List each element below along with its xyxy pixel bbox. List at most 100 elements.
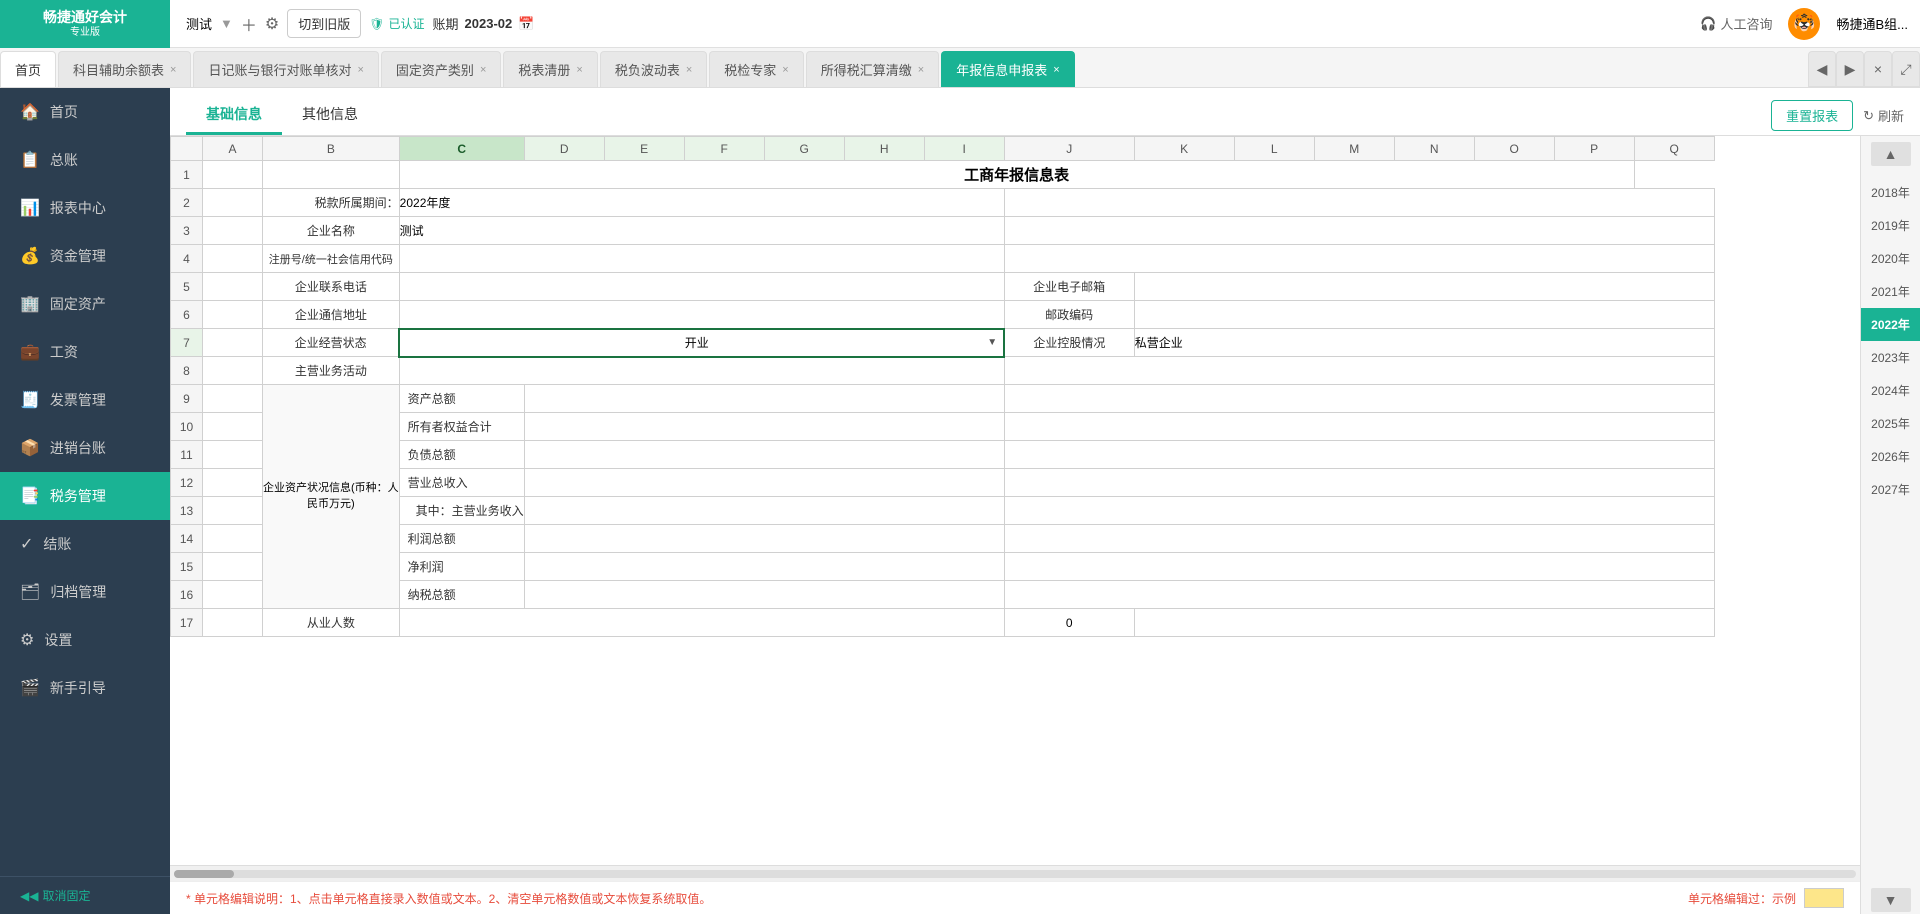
cell-15d[interactable] [524, 553, 1004, 581]
dropdown-arrow-icon[interactable]: ▼ [987, 337, 997, 348]
cell-7c[interactable]: 开业 ▼ [399, 329, 1004, 357]
sidebar-item-fixed-assets[interactable]: 🏢 固定资产 [0, 280, 170, 328]
sidebar-item-funds[interactable]: 💰 资金管理 [0, 232, 170, 280]
cell-3c[interactable]: 测试 [399, 217, 1004, 245]
year-item-2022[interactable]: 2022年 [1861, 308, 1920, 341]
cell-13d[interactable]: 其中：主营业务收入 [399, 497, 524, 525]
year-item-2026[interactable]: 2026年 [1861, 440, 1920, 473]
cell-11a[interactable] [203, 441, 263, 469]
cell-12d[interactable] [524, 469, 1004, 497]
cell-10a[interactable] [203, 413, 263, 441]
cell-11d[interactable] [524, 441, 1004, 469]
tab-tax-wave[interactable]: 税负波动表 × [600, 51, 707, 87]
cell-5k[interactable] [1134, 273, 1714, 301]
cell-9j[interactable] [1004, 385, 1714, 413]
cell-15j[interactable] [1004, 553, 1714, 581]
cell-8c[interactable] [399, 357, 1004, 385]
cell-16j[interactable] [1004, 581, 1714, 609]
settings-icon[interactable]: ⚙ [265, 14, 279, 34]
tab-annual-report[interactable]: 年报信息申报表 × [941, 51, 1074, 87]
cell-8a[interactable] [203, 357, 263, 385]
cell-7j[interactable]: 企业控股情况 [1004, 329, 1134, 357]
year-item-2025[interactable]: 2025年 [1861, 407, 1920, 440]
tab-journal-close[interactable]: × [357, 64, 363, 76]
sidebar-item-salary[interactable]: 💼 工资 [0, 328, 170, 376]
sidebar-item-guide[interactable]: 🎬 新手引导 [0, 664, 170, 712]
add-tab-button[interactable]: ＋ [241, 12, 257, 36]
year-item-2024[interactable]: 2024年 [1861, 374, 1920, 407]
cell-14d[interactable] [524, 525, 1004, 553]
tab-tax-check[interactable]: 税检专家 × [709, 51, 803, 87]
cell-8b[interactable]: 主营业务活动 [263, 357, 400, 385]
cell-16a[interactable] [203, 581, 263, 609]
cell-12c[interactable]: 营业总收入 [399, 469, 524, 497]
cell-7b[interactable]: 企业经营状态 [263, 329, 400, 357]
year-item-2027[interactable]: 2027年 [1861, 473, 1920, 506]
year-item-2021[interactable]: 2021年 [1861, 275, 1920, 308]
cell-9c[interactable]: 资产总额 [399, 385, 524, 413]
chevron-down-icon[interactable]: ▼ [220, 16, 233, 31]
cell-17k[interactable] [1134, 609, 1714, 637]
service-button[interactable]: 🎧 人工咨询 [1700, 14, 1772, 33]
cell-14c[interactable]: 利润总额 [399, 525, 524, 553]
cell-2b[interactable]: 税款所属期间： [263, 189, 400, 217]
tab-journal[interactable]: 日记账与银行对账单核对 × [193, 51, 378, 87]
cell-6j[interactable]: 邮政编码 [1004, 301, 1134, 329]
year-item-2020[interactable]: 2020年 [1861, 242, 1920, 275]
horizontal-scrollbar[interactable] [170, 865, 1860, 881]
cell-5a[interactable] [203, 273, 263, 301]
cell-4b[interactable]: 注册号/统一社会信用代码 [263, 245, 400, 273]
cell-12a[interactable] [203, 469, 263, 497]
cell-16c[interactable]: 纳税总额 [399, 581, 524, 609]
cell-9d[interactable] [524, 385, 1004, 413]
sub-tab-other[interactable]: 其他信息 [282, 96, 378, 135]
sub-tab-basic[interactable]: 基础信息 [186, 96, 282, 135]
cell-13e[interactable] [524, 497, 1004, 525]
cell-2j[interactable] [1004, 189, 1714, 217]
scrollbar-thumb[interactable] [174, 870, 234, 878]
switch-version-button[interactable]: 切到旧版 [287, 9, 361, 38]
sidebar-collapse-button[interactable]: ◀◀ 取消固定 [0, 876, 170, 914]
sidebar-item-closing[interactable]: ✓ 结账 [0, 520, 170, 568]
cell-6b[interactable]: 企业通信地址 [263, 301, 400, 329]
cell-3b[interactable]: 企业名称 [263, 217, 400, 245]
cell-12j[interactable] [1004, 469, 1714, 497]
cell-5b[interactable]: 企业联系电话 [263, 273, 400, 301]
tab-next-button[interactable]: ▶ [1836, 51, 1864, 87]
cell-16d[interactable] [524, 581, 1004, 609]
cell-4a[interactable] [203, 245, 263, 273]
cell-14a[interactable] [203, 525, 263, 553]
year-item-2018[interactable]: 2018年 [1861, 176, 1920, 209]
cell-1-title[interactable]: 工商年报信息表 [399, 161, 1634, 189]
cell-1b[interactable] [263, 161, 400, 189]
sidebar-item-tax[interactable]: 📑 税务管理 [0, 472, 170, 520]
year-item-2023[interactable]: 2023年 [1861, 341, 1920, 374]
spreadsheet-scroll[interactable]: A B C D E F G H I J [170, 136, 1860, 865]
tab-income-tax-close[interactable]: × [918, 64, 924, 76]
year-scroll-up-button[interactable]: ▲ [1871, 142, 1911, 166]
cell-4j[interactable] [1004, 245, 1714, 273]
cell-10c[interactable]: 所有者权益合计 [399, 413, 524, 441]
tab-close-all-button[interactable]: × [1864, 51, 1892, 87]
sidebar-item-sales[interactable]: 📦 进销台账 [0, 424, 170, 472]
cell-17a[interactable] [203, 609, 263, 637]
refresh-button[interactable]: ↻ 刷新 [1863, 100, 1904, 131]
tab-tax-table[interactable]: 税表清册 × [503, 51, 597, 87]
cell-2a[interactable] [203, 189, 263, 217]
reset-report-button[interactable]: 重置报表 [1771, 100, 1853, 131]
cell-13j[interactable] [1004, 497, 1714, 525]
cell-3a[interactable] [203, 217, 263, 245]
sidebar-item-archive[interactable]: 🗂 归档管理 [0, 568, 170, 616]
cell-3j[interactable] [1004, 217, 1714, 245]
calendar-icon[interactable]: 📅 [518, 16, 534, 32]
cell-15a[interactable] [203, 553, 263, 581]
tab-annual-report-close[interactable]: × [1053, 64, 1059, 76]
sidebar-item-reports[interactable]: 📊 报表中心 [0, 184, 170, 232]
tab-auxiliary[interactable]: 科目辅助余额表 × [58, 51, 191, 87]
year-scroll-down-button[interactable]: ▼ [1871, 888, 1911, 912]
sidebar-item-home[interactable]: 🏠 首页 [0, 88, 170, 136]
cell-9a[interactable] [203, 385, 263, 413]
cell-17j[interactable]: 0 [1004, 609, 1134, 637]
cell-7a[interactable] [203, 329, 263, 357]
cell-11j[interactable] [1004, 441, 1714, 469]
